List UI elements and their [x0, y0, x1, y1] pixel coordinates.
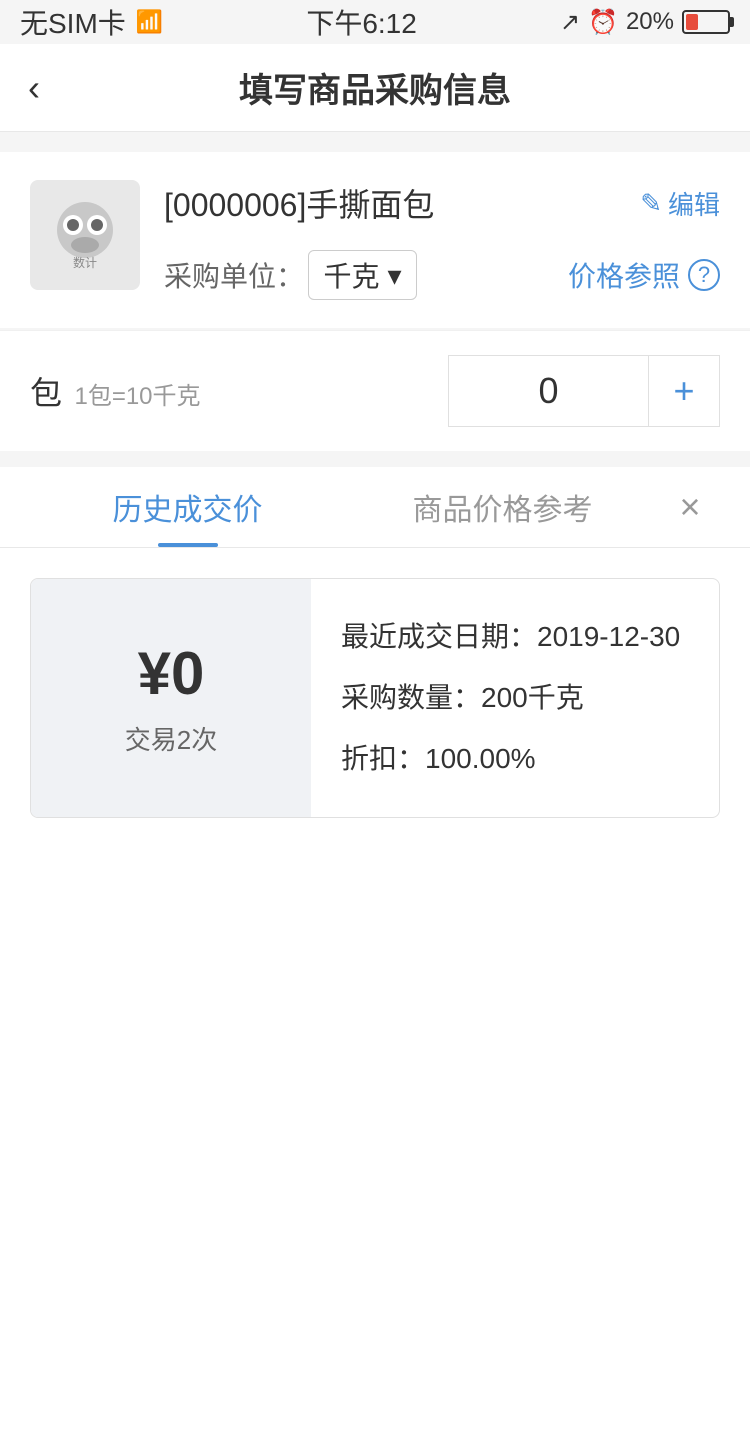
carrier-text: 无SIM卡: [20, 2, 126, 42]
bottom-area: [0, 848, 750, 1448]
battery-bar: [682, 10, 730, 34]
recent-date-value: 2019-12-30: [537, 621, 680, 652]
tab-history-label: 历史成交价: [113, 485, 263, 529]
location-icon: ↗: [560, 8, 580, 37]
price-card: ¥0 交易2次 最近成交日期：2019-12-30 采购数量：200千克 折扣：…: [30, 578, 720, 818]
alarm-icon: ⏰: [588, 8, 618, 37]
edit-icon: ✎: [640, 188, 662, 219]
wifi-icon: 📶: [136, 9, 163, 35]
price-ref-help-icon: ?: [688, 259, 720, 291]
product-info: [0000006]手撕面包 ✎ 编辑 采购单位： 千克 ▾ 价格参照 ?: [164, 180, 720, 300]
unit-value: 千克: [323, 255, 379, 295]
price-value: 0: [171, 640, 204, 707]
purchase-qty-label: 采购数量：: [341, 682, 481, 713]
unit-select[interactable]: 千克 ▾: [308, 250, 416, 300]
price-amount: ¥0: [138, 639, 205, 708]
product-unit-row: 采购单位： 千克 ▾ 价格参照 ?: [164, 250, 720, 300]
product-image: 数计: [30, 180, 140, 290]
edit-button[interactable]: ✎ 编辑: [640, 185, 720, 222]
discount-row: 折扣：100.00%: [341, 737, 689, 782]
battery-percent: 20%: [626, 8, 674, 36]
tab-history-price[interactable]: 历史成交价: [30, 467, 345, 547]
recent-date-row: 最近成交日期：2019-12-30: [341, 615, 689, 660]
status-bar: 无SIM卡 📶 下午6:12 ↗ ⏰ 20%: [0, 0, 750, 44]
product-card: 数计 [0000006]手撕面包 ✎ 编辑 采购单位： 千克 ▾ 价格参照 ?: [0, 152, 750, 328]
price-transaction-count: 交易2次: [125, 720, 217, 757]
tab-price-ref[interactable]: 商品价格参考: [345, 467, 660, 547]
edit-label: 编辑: [668, 185, 720, 222]
tab-close-button[interactable]: ×: [660, 467, 720, 547]
status-right: ↗ ⏰ 20%: [560, 8, 730, 37]
dropdown-icon: ▾: [387, 259, 401, 292]
svg-text:数计: 数计: [73, 255, 97, 270]
purchase-qty-row: 采购数量：200千克: [341, 676, 689, 721]
quantity-control: +: [448, 355, 720, 427]
discount-label: 折扣：: [341, 743, 425, 774]
tabs-header: 历史成交价 商品价格参考 ×: [0, 467, 750, 548]
unit-hint: 1包=10千克: [74, 383, 200, 410]
quantity-label: 包 1包=10千克: [30, 368, 201, 414]
page-title: 填写商品采购信息: [239, 63, 511, 112]
status-carrier: 无SIM卡 📶: [20, 2, 163, 42]
product-header: [0000006]手撕面包 ✎ 编辑: [164, 180, 720, 226]
price-currency: ¥: [138, 640, 171, 707]
price-summary: ¥0 交易2次: [31, 579, 311, 817]
tabs-panel: 历史成交价 商品价格参考 × ¥0 交易2次 最近成交日期：2019-12-30…: [0, 467, 750, 848]
status-time: 下午6:12: [306, 2, 417, 42]
recent-date-label: 最近成交日期：: [341, 621, 537, 652]
product-logo-icon: 数计: [45, 195, 125, 275]
tab-price-ref-label: 商品价格参考: [413, 485, 593, 529]
price-ref-button[interactable]: 价格参照 ?: [568, 255, 720, 295]
quantity-row: 包 1包=10千克 +: [0, 330, 750, 451]
quantity-unit: 包: [30, 375, 62, 411]
unit-section: 采购单位： 千克 ▾: [164, 250, 417, 300]
nav-bar: ‹ 填写商品采购信息: [0, 44, 750, 132]
product-name: [0000006]手撕面包: [164, 180, 434, 226]
history-content: ¥0 交易2次 最近成交日期：2019-12-30 采购数量：200千克 折扣：…: [0, 548, 750, 848]
discount-value: 100.00%: [425, 743, 536, 774]
purchase-qty-value: 200千克: [481, 682, 584, 713]
price-ref-label: 价格参照: [568, 255, 680, 295]
price-details: 最近成交日期：2019-12-30 采购数量：200千克 折扣：100.00%: [311, 579, 719, 817]
quantity-plus-button[interactable]: +: [648, 355, 720, 427]
battery-fill: [686, 14, 698, 30]
quantity-input[interactable]: [448, 355, 648, 427]
back-button[interactable]: ‹: [28, 67, 40, 109]
unit-label: 采购单位：: [164, 261, 304, 292]
